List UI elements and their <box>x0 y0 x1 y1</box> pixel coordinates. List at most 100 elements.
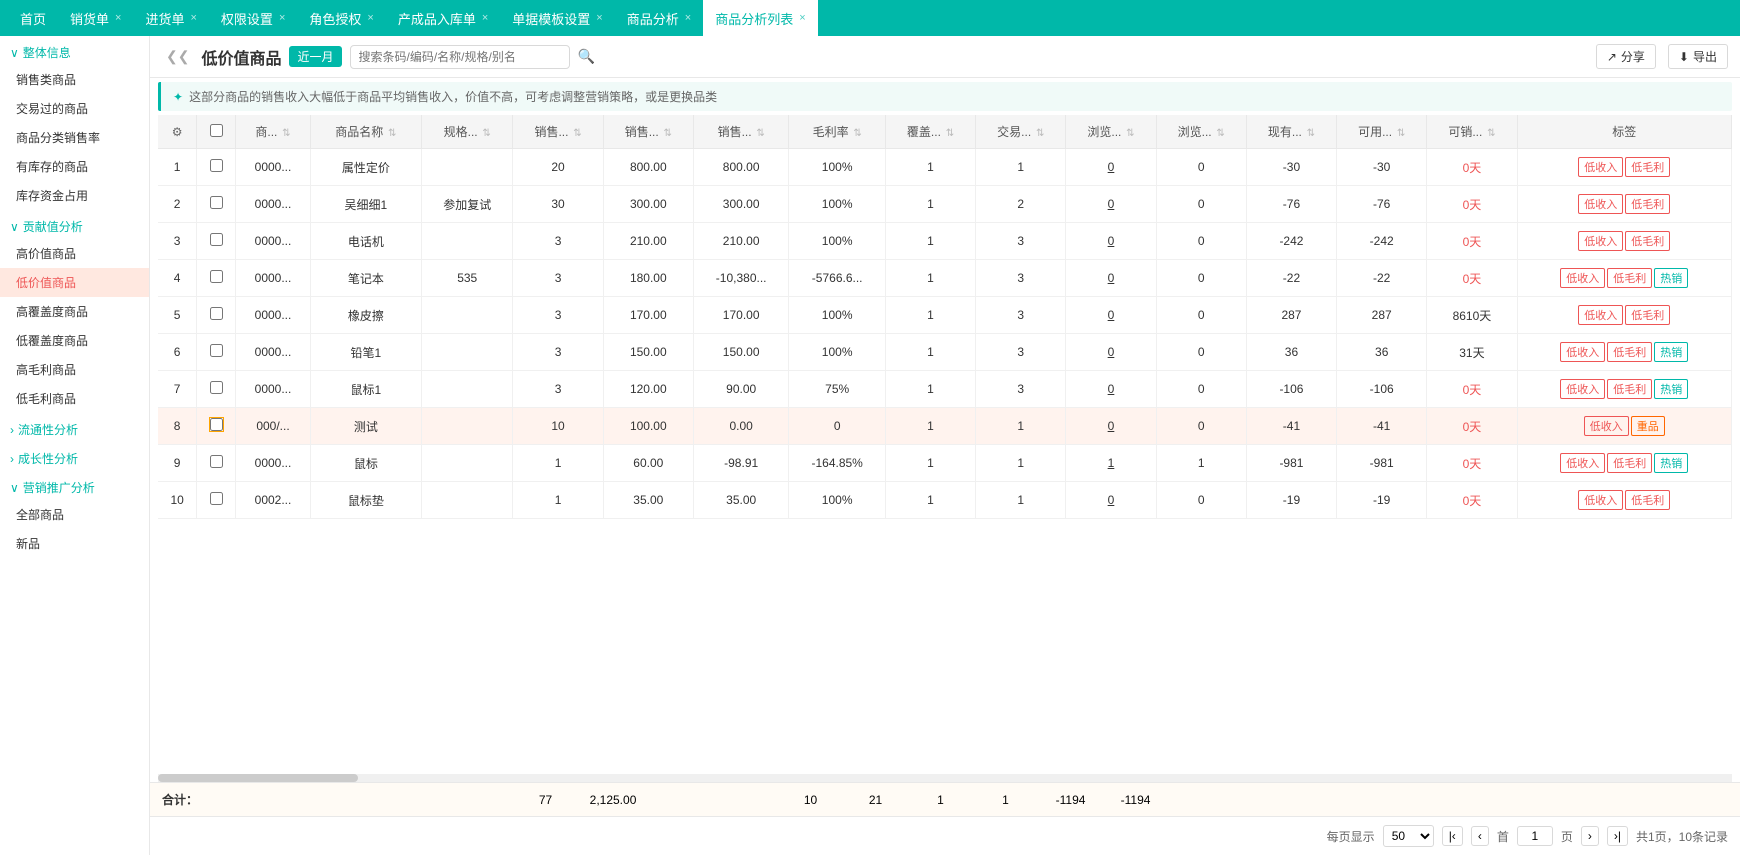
col-header-code[interactable]: 商... ⇅ <box>236 115 311 149</box>
col-header-sale_amount[interactable]: 销售... ⇅ <box>603 115 693 149</box>
prev-page-button[interactable]: ‹ <box>1471 826 1489 846</box>
last-page-button[interactable]: ›| <box>1607 826 1628 846</box>
browse-link[interactable]: 0 <box>1108 197 1115 211</box>
row-checkbox[interactable] <box>210 455 223 468</box>
sort-icon-browse1[interactable]: ⇅ <box>1123 128 1134 139</box>
search-input[interactable] <box>350 45 570 69</box>
nav-item-首页[interactable]: 首页 <box>8 0 58 36</box>
nav-close-icon[interactable]: × <box>115 12 121 24</box>
row-checkbox[interactable] <box>210 233 223 246</box>
row-checkbox[interactable] <box>210 196 223 209</box>
col-header-available[interactable]: 可用... ⇅ <box>1337 115 1427 149</box>
col-header-sale_qty[interactable]: 销售... ⇅ <box>513 115 603 149</box>
row-checkbox[interactable] <box>210 344 223 357</box>
sidebar-item-高覆盖度商品[interactable]: 高覆盖度商品 <box>0 297 149 326</box>
col-header-browse2[interactable]: 浏览... ⇅ <box>1156 115 1246 149</box>
sort-icon-coverage[interactable]: ⇅ <box>943 128 954 139</box>
sort-icon-code[interactable]: ⇅ <box>279 128 290 139</box>
nav-item-商品分析列表[interactable]: 商品分析列表× <box>703 0 817 36</box>
sidebar-item-销售类商品[interactable]: 销售类商品 <box>0 65 149 94</box>
row-checkbox[interactable] <box>210 381 223 394</box>
sort-icon-gross_rate[interactable]: ⇅ <box>851 128 862 139</box>
export-button[interactable]: ⬇ 导出 <box>1668 44 1728 69</box>
col-header-gross_rate[interactable]: 毛利率 ⇅ <box>789 115 886 149</box>
sidebar-item-低毛利商品[interactable]: 低毛利商品 <box>0 384 149 413</box>
page-size-select[interactable]: 50 100 <box>1383 825 1434 847</box>
nav-item-单据模板设置[interactable]: 单据模板设置× <box>500 0 614 36</box>
sidebar-item-高毛利商品[interactable]: 高毛利商品 <box>0 355 149 384</box>
nav-close-icon[interactable]: × <box>799 12 805 24</box>
sidebar-section-成长性分析[interactable]: › 成长性分析 <box>0 442 149 471</box>
sidebar-item-高价值商品[interactable]: 高价值商品 <box>0 239 149 268</box>
sort-icon-browse2[interactable]: ⇅ <box>1214 128 1225 139</box>
sort-icon-available[interactable]: ⇅ <box>1394 128 1405 139</box>
browse-link[interactable]: 0 <box>1108 419 1115 433</box>
col-header-coverage[interactable]: 覆盖... ⇅ <box>885 115 975 149</box>
nav-close-icon[interactable]: × <box>190 12 196 24</box>
page-input[interactable] <box>1517 826 1553 846</box>
nav-item-进货单[interactable]: 进货单× <box>133 0 208 36</box>
row-checkbox[interactable] <box>210 270 223 283</box>
sort-icon-trade[interactable]: ⇅ <box>1033 128 1044 139</box>
browse-link[interactable]: 0 <box>1108 382 1115 396</box>
sidebar-item-低覆盖度商品[interactable]: 低覆盖度商品 <box>0 326 149 355</box>
horizontal-scrollbar[interactable] <box>158 774 1732 782</box>
sidebar-section-整体信息[interactable]: ∨ 整体信息 <box>0 36 149 65</box>
sidebar-item-全部商品[interactable]: 全部商品 <box>0 500 149 529</box>
browse-link[interactable]: 0 <box>1108 160 1115 174</box>
nav-close-icon[interactable]: × <box>279 12 285 24</box>
sidebar-item-新品[interactable]: 新品 <box>0 529 149 558</box>
browse-link[interactable]: 0 <box>1108 345 1115 359</box>
tag-低收入: 低收入 <box>1578 157 1623 177</box>
col-header-trade[interactable]: 交易... ⇅ <box>976 115 1066 149</box>
nav-item-权限设置[interactable]: 权限设置× <box>209 0 297 36</box>
row-checkbox[interactable] <box>210 492 223 505</box>
sort-icon-sale_qty[interactable]: ⇅ <box>570 128 581 139</box>
select-all-checkbox[interactable] <box>210 124 223 137</box>
sort-icon-current[interactable]: ⇅ <box>1304 128 1315 139</box>
col-header-current[interactable]: 现有... ⇅ <box>1246 115 1336 149</box>
first-page-button[interactable]: |‹ <box>1442 826 1463 846</box>
col-header-spec[interactable]: 规格... ⇅ <box>421 115 512 149</box>
nav-item-产成品入库单[interactable]: 产成品入库单× <box>386 0 500 36</box>
sidebar-item-商品分类销售率[interactable]: 商品分类销售率 <box>0 123 149 152</box>
sort-icon-spec[interactable]: ⇅ <box>480 128 491 139</box>
nav-item-销货单[interactable]: 销货单× <box>58 0 133 36</box>
col-header-name[interactable]: 商品名称 ⇅ <box>310 115 421 149</box>
sidebar-item-有库存的商品[interactable]: 有库存的商品 <box>0 152 149 181</box>
sort-icon-sale_amount2[interactable]: ⇅ <box>754 128 765 139</box>
row-checkbox[interactable] <box>210 307 223 320</box>
sidebar-item-交易过的商品[interactable]: 交易过的商品 <box>0 94 149 123</box>
nav-item-商品分析[interactable]: 商品分析× <box>615 0 703 36</box>
nav-close-icon[interactable]: × <box>367 12 373 24</box>
browse-link[interactable]: 0 <box>1108 308 1115 322</box>
sidebar-item-库存资金占用[interactable]: 库存资金占用 <box>0 181 149 210</box>
browse-link[interactable]: 0 <box>1108 493 1115 507</box>
col-header-browse1[interactable]: 浏览... ⇅ <box>1066 115 1156 149</box>
settings-icon[interactable]: ⚙ <box>172 125 183 139</box>
sidebar-item-低价值商品[interactable]: 低价值商品 <box>0 268 149 297</box>
row-checkbox[interactable] <box>210 418 223 431</box>
row-checkbox[interactable] <box>210 159 223 172</box>
share-button[interactable]: ↗ 分享 <box>1596 44 1656 69</box>
next-page-button[interactable]: › <box>1581 826 1599 846</box>
sidebar-section-流通性分析[interactable]: › 流通性分析 <box>0 413 149 442</box>
collapse-button[interactable]: ❮❮ <box>162 46 193 67</box>
filter-tag[interactable]: 近一月 <box>289 46 341 67</box>
col-header-sale_amount2[interactable]: 销售... ⇅ <box>693 115 789 149</box>
nav-close-icon[interactable]: × <box>685 12 691 24</box>
col-header-salable[interactable]: 可销... ⇅ <box>1427 115 1517 149</box>
scrollbar-thumb[interactable] <box>158 774 358 782</box>
nav-item-角色授权[interactable]: 角色授权× <box>297 0 385 36</box>
nav-close-icon[interactable]: × <box>482 12 488 24</box>
sort-icon-sale_amount[interactable]: ⇅ <box>661 128 672 139</box>
sidebar-section-营销推广分析[interactable]: ∨ 营销推广分析 <box>0 471 149 500</box>
nav-close-icon[interactable]: × <box>596 12 602 24</box>
sidebar-section-贡献值分析[interactable]: ∨ 贡献值分析 <box>0 210 149 239</box>
sort-icon-name[interactable]: ⇅ <box>385 128 396 139</box>
browse-link[interactable]: 1 <box>1108 456 1115 470</box>
search-icon[interactable]: 🔍 <box>578 48 595 65</box>
browse-link[interactable]: 0 <box>1108 271 1115 285</box>
browse-link[interactable]: 0 <box>1108 234 1115 248</box>
sort-icon-salable[interactable]: ⇅ <box>1484 128 1495 139</box>
